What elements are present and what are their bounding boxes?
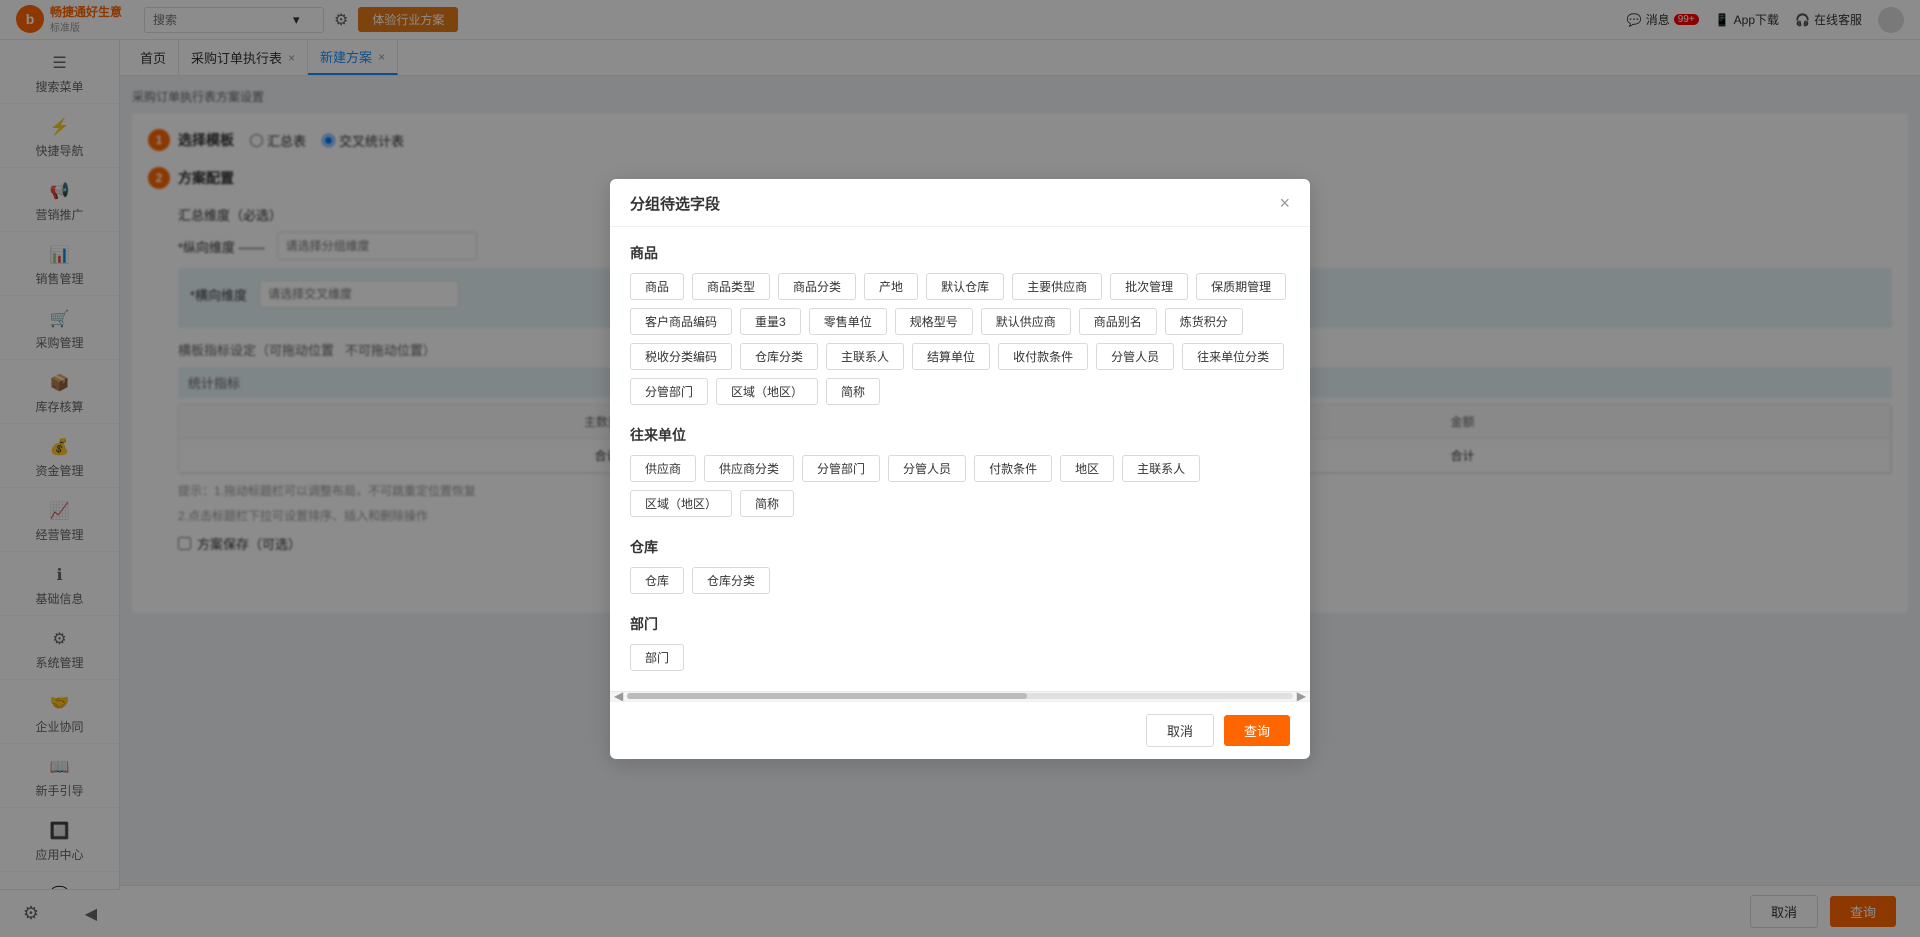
field-tag-product-13[interactable]: 商品别名 xyxy=(1079,308,1157,335)
modal-scrollbar[interactable]: ◀ ▶ xyxy=(610,691,1310,701)
modal-field-select: 分组待选字段 × 商品 商品 商品类型 商品分类 产地 默认仓库 主要供应商 批… xyxy=(610,179,1310,759)
field-tag-counterpart-7[interactable]: 区域（地区） xyxy=(630,490,732,517)
field-group-warehouse-title: 仓库 xyxy=(630,537,1290,557)
field-group-counterpart-title: 往来单位 xyxy=(630,425,1290,445)
field-tag-product-20[interactable]: 分管人员 xyxy=(1096,343,1174,370)
modal-backdrop: 分组待选字段 × 商品 商品 商品类型 商品分类 产地 默认仓库 主要供应商 批… xyxy=(0,0,1920,937)
field-tag-counterpart-4[interactable]: 付款条件 xyxy=(974,455,1052,482)
modal-header: 分组待选字段 × xyxy=(610,179,1310,227)
field-tag-counterpart-3[interactable]: 分管人员 xyxy=(888,455,966,482)
field-group-product: 商品 商品 商品类型 商品分类 产地 默认仓库 主要供应商 批次管理 保质期管理… xyxy=(630,243,1290,405)
field-tag-product-23[interactable]: 区域（地区） xyxy=(716,378,818,405)
modal-close-btn[interactable]: × xyxy=(1279,193,1290,214)
field-tag-product-2[interactable]: 商品分类 xyxy=(778,273,856,300)
field-tag-counterpart-5[interactable]: 地区 xyxy=(1060,455,1114,482)
field-tag-product-4[interactable]: 默认仓库 xyxy=(926,273,1004,300)
field-tag-product-12[interactable]: 默认供应商 xyxy=(981,308,1071,335)
field-tag-counterpart-0[interactable]: 供应商 xyxy=(630,455,696,482)
modal-title: 分组待选字段 xyxy=(630,193,720,214)
field-tag-product-11[interactable]: 规格型号 xyxy=(895,308,973,335)
field-tag-counterpart-1[interactable]: 供应商分类 xyxy=(704,455,794,482)
field-tag-product-14[interactable]: 炼货积分 xyxy=(1165,308,1243,335)
field-tag-product-7[interactable]: 保质期管理 xyxy=(1196,273,1286,300)
field-group-dept: 部门 部门 xyxy=(630,614,1290,671)
field-tags-counterpart: 供应商 供应商分类 分管部门 分管人员 付款条件 地区 主联系人 区域（地区） … xyxy=(630,455,1290,517)
field-group-counterpart: 往来单位 供应商 供应商分类 分管部门 分管人员 付款条件 地区 主联系人 区域… xyxy=(630,425,1290,517)
field-tag-counterpart-8[interactable]: 简称 xyxy=(740,490,794,517)
scrollbar-thumb[interactable] xyxy=(627,693,1026,699)
field-tag-warehouse-0[interactable]: 仓库 xyxy=(630,567,684,594)
field-tag-product-10[interactable]: 零售单位 xyxy=(809,308,887,335)
field-tag-product-19[interactable]: 收付款条件 xyxy=(998,343,1088,370)
modal-confirm-btn[interactable]: 查询 xyxy=(1224,715,1290,746)
modal-cancel-btn[interactable]: 取消 xyxy=(1146,714,1214,747)
field-tag-product-9[interactable]: 重量3 xyxy=(740,308,801,335)
field-group-warehouse: 仓库 仓库 仓库分类 xyxy=(630,537,1290,594)
field-tag-warehouse-1[interactable]: 仓库分类 xyxy=(692,567,770,594)
field-tag-product-0[interactable]: 商品 xyxy=(630,273,684,300)
modal-footer: 取消 查询 xyxy=(610,701,1310,759)
field-group-product-title: 商品 xyxy=(630,243,1290,263)
field-tag-counterpart-2[interactable]: 分管部门 xyxy=(802,455,880,482)
modal-body[interactable]: 商品 商品 商品类型 商品分类 产地 默认仓库 主要供应商 批次管理 保质期管理… xyxy=(610,227,1310,691)
field-tag-product-22[interactable]: 分管部门 xyxy=(630,378,708,405)
field-tag-product-21[interactable]: 往来单位分类 xyxy=(1182,343,1284,370)
field-tag-product-5[interactable]: 主要供应商 xyxy=(1012,273,1102,300)
field-tag-product-17[interactable]: 主联系人 xyxy=(826,343,904,370)
scrollbar-track[interactable] xyxy=(627,693,1293,699)
field-tag-product-16[interactable]: 仓库分类 xyxy=(740,343,818,370)
field-tag-dept-0[interactable]: 部门 xyxy=(630,644,684,671)
field-tags-warehouse: 仓库 仓库分类 xyxy=(630,567,1290,594)
field-tags-dept: 部门 xyxy=(630,644,1290,671)
field-tag-product-15[interactable]: 税收分类编码 xyxy=(630,343,732,370)
field-group-dept-title: 部门 xyxy=(630,614,1290,634)
field-tag-product-3[interactable]: 产地 xyxy=(864,273,918,300)
field-tag-product-18[interactable]: 结算单位 xyxy=(912,343,990,370)
field-tag-product-8[interactable]: 客户商品编码 xyxy=(630,308,732,335)
field-tag-product-6[interactable]: 批次管理 xyxy=(1110,273,1188,300)
field-tag-counterpart-6[interactable]: 主联系人 xyxy=(1122,455,1200,482)
field-tag-product-24[interactable]: 简称 xyxy=(826,378,880,405)
field-tag-product-1[interactable]: 商品类型 xyxy=(692,273,770,300)
field-tags-product: 商品 商品类型 商品分类 产地 默认仓库 主要供应商 批次管理 保质期管理 客户… xyxy=(630,273,1290,405)
